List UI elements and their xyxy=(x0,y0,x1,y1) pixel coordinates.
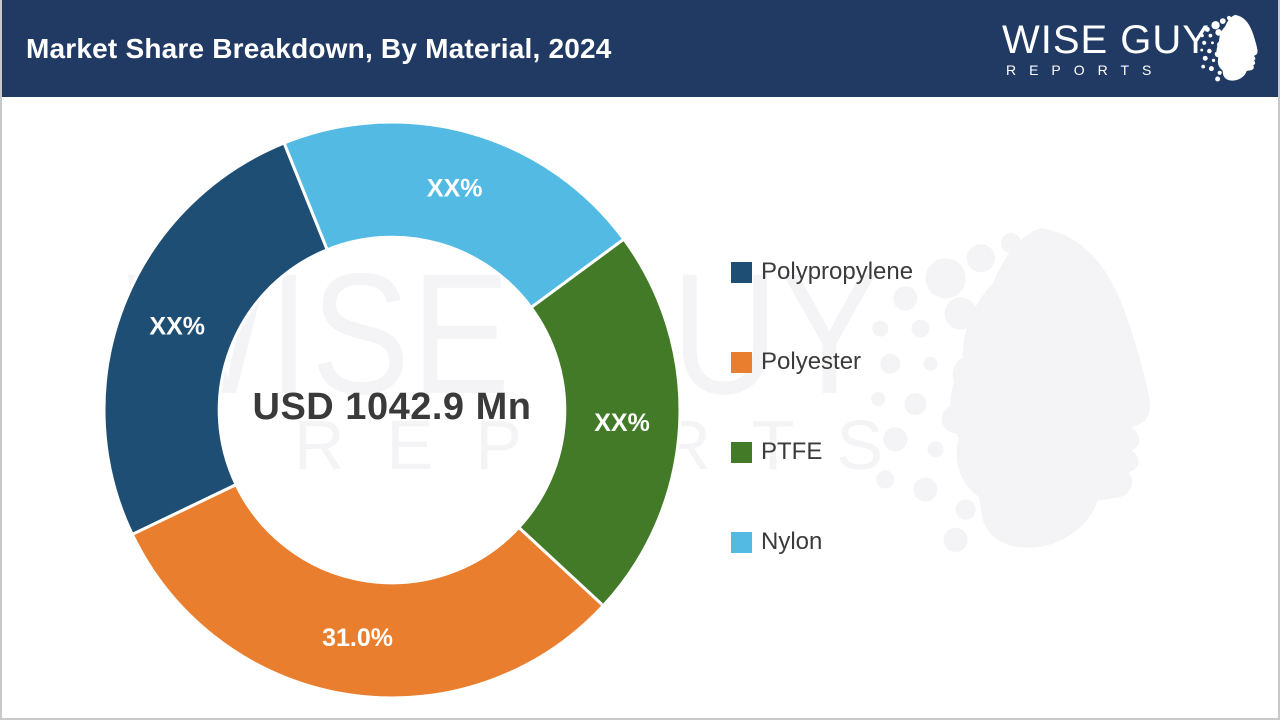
logo-subtitle: REPORTS xyxy=(1005,62,1165,78)
legend-swatch-polypropylene xyxy=(731,261,752,283)
slice-label-nylon: XX% xyxy=(427,174,483,202)
wise-guy-logo: WISE GUY REPORTS xyxy=(1002,13,1260,85)
legend-label: Polyester xyxy=(761,348,862,375)
legend-swatch-nylon xyxy=(731,531,752,553)
header-bar: Market Share Breakdown, By Material, 202… xyxy=(2,0,1278,97)
legend-label: Polypropylene xyxy=(761,258,914,285)
logo-name: WISE GUY xyxy=(1001,18,1210,62)
legend-item-polypropylene: Polypropylene xyxy=(731,257,913,287)
page-title: Market Share Breakdown, By Material, 202… xyxy=(26,32,612,64)
legend-item-ptfe: PTFE xyxy=(731,437,913,467)
legend-swatch-polyester xyxy=(731,351,752,373)
chart-legend: Polypropylene Polyester PTFE Nylon xyxy=(731,257,913,557)
chart-area: WISE GUY REPORTS XX%31.0%XX%XX% USD 1042… xyxy=(2,97,1280,718)
legend-label: Nylon xyxy=(761,528,823,555)
legend-swatch-ptfe xyxy=(731,441,752,463)
legend-label: PTFE xyxy=(761,438,823,465)
chart-center-value: USD 1042.9 Mn xyxy=(252,386,532,428)
slice-label-polypropylene: XX% xyxy=(149,313,205,341)
page: Market Share Breakdown, By Material, 202… xyxy=(0,0,1280,720)
legend-item-nylon: Nylon xyxy=(731,527,913,557)
legend-item-polyester: Polyester xyxy=(731,347,913,377)
logo-text: WISE GUY REPORTS xyxy=(1002,19,1210,78)
head-profile-icon xyxy=(1200,14,1258,81)
slice-label-polyester: 31.0% xyxy=(322,624,393,652)
slice-polypropylene xyxy=(102,141,329,536)
